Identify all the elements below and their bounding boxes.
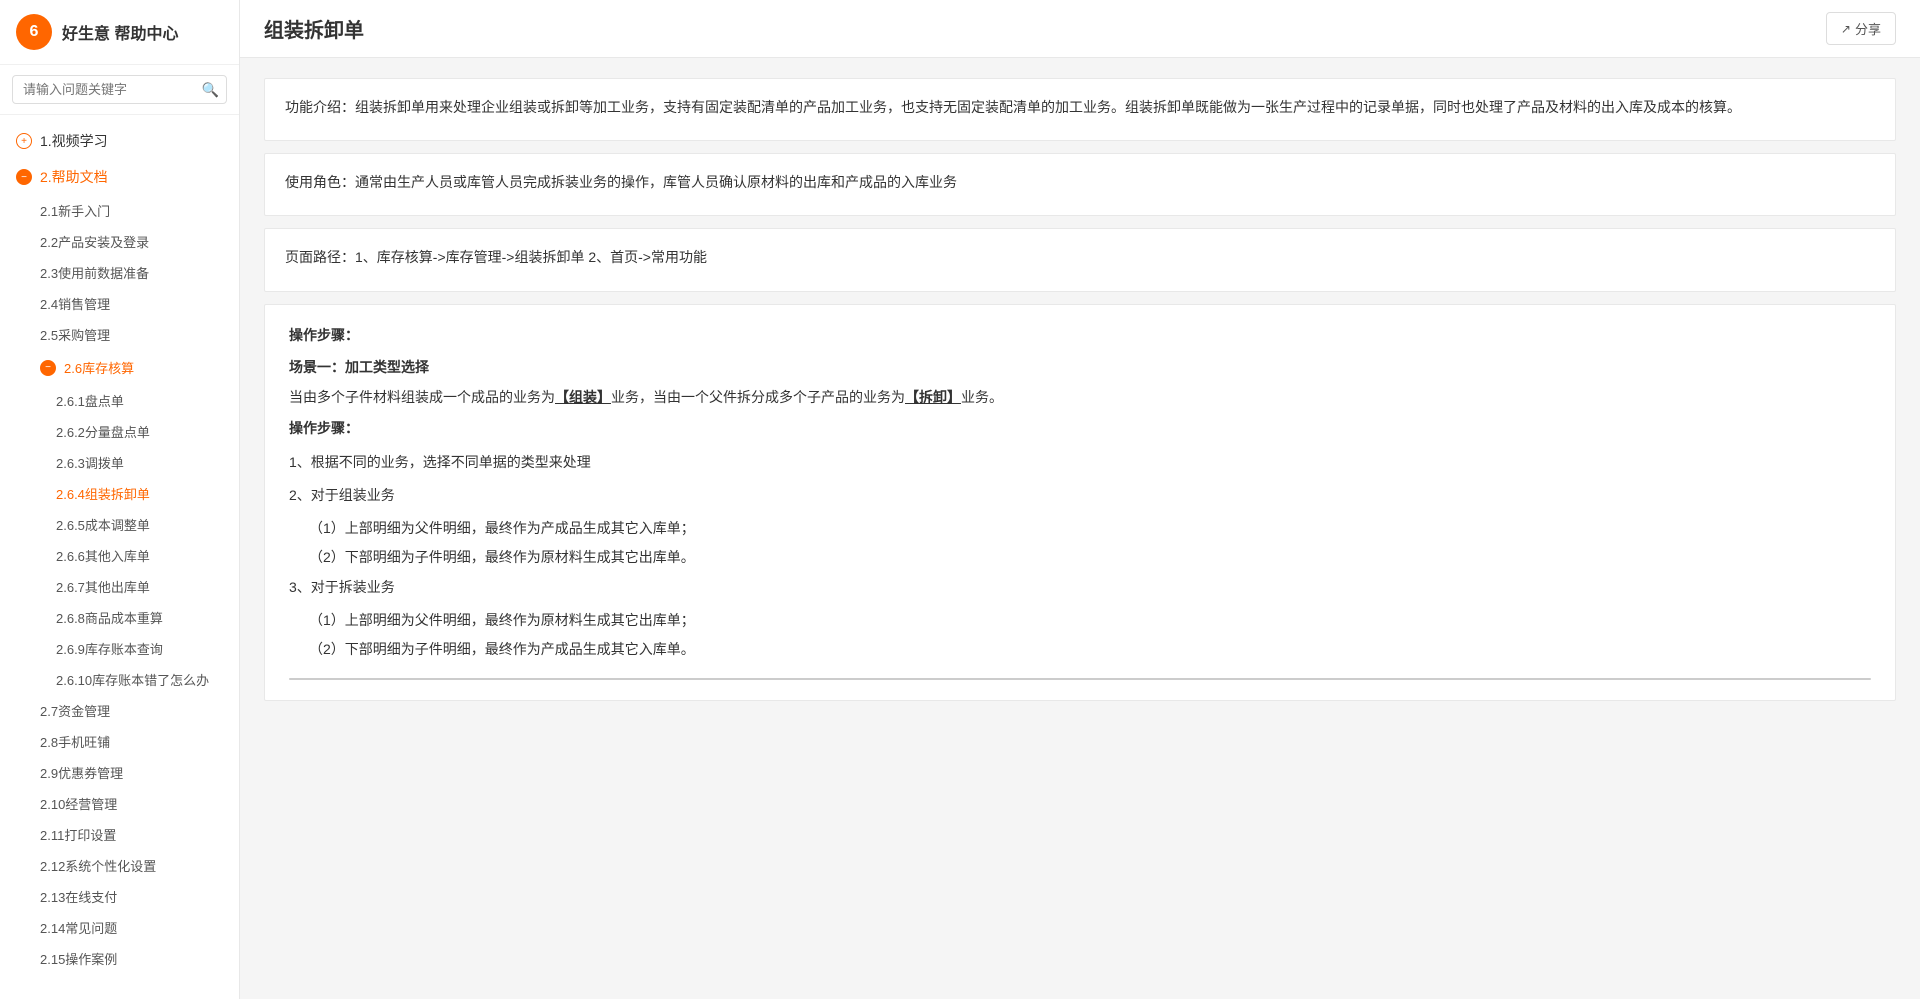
sidebar-item-sub-stocktake[interactable]: 2.6.2分量盘点单	[56, 416, 239, 447]
step3-2: （2）下部明细为子件明细，最终作为产成品生成其它入库单。	[309, 637, 1871, 662]
sidebar-item-transfer[interactable]: 2.6.3调拨单	[56, 447, 239, 478]
sidebar: 6 好生意 帮助中心 🔍 + 1.视频学习 − 2.帮助文档 2.1新手入门 2…	[0, 0, 240, 999]
nav-tree: + 1.视频学习 − 2.帮助文档 2.1新手入门 2.2产品安装及登录 2.3…	[0, 115, 239, 999]
logo-icon: 6	[16, 14, 52, 50]
sidebar-item-cost-recalc[interactable]: 2.6.8商品成本重算	[56, 602, 239, 633]
main-content: 功能介绍：组装拆卸单用来处理企业组装或拆卸等加工业务，支持有固定装配清单的产品加…	[240, 58, 1920, 999]
sidebar-item-data-prep[interactable]: 2.3使用前数据准备	[40, 257, 239, 288]
sidebar-item-docs[interactable]: − 2.帮助文档	[0, 159, 239, 195]
sidebar-item-ops[interactable]: 2.10经营管理	[40, 788, 239, 819]
path-section: 页面路径：1、库存核算->库存管理->组装拆卸单 2、首页->常用功能	[264, 228, 1896, 291]
sidebar-item-ledger-fix[interactable]: 2.6.10库存账本错了怎么办	[56, 664, 239, 695]
sidebar-item-label: 2.帮助文档	[40, 167, 108, 187]
sidebar-item-ledger[interactable]: 2.6.9库存账本查询	[56, 633, 239, 664]
sidebar-item-sales[interactable]: 2.4销售管理	[40, 288, 239, 319]
scenario1-desc: 当由多个子件材料组装成一个成品的业务为【组装】业务，当由一个父件拆分成多个子产品…	[289, 385, 1871, 410]
step3-1: （1）上部明细为父件明细，最终作为原材料生成其它出库单；	[309, 608, 1871, 633]
sidebar-item-print[interactable]: 2.11打印设置	[40, 819, 239, 850]
sidebar-item-install[interactable]: 2.2产品安装及登录	[40, 226, 239, 257]
collapse-icon: −	[16, 169, 32, 185]
mock-topbar: 6 TEST-H002 ▼ 新增单据 🔴 App下载 帮助中心 👤 CC	[290, 679, 1870, 680]
step3-list: （1）上部明细为父件明细，最终作为原材料生成其它出库单； （2）下部明细为子件明…	[309, 608, 1871, 662]
step2-title: 2、对于组装业务	[289, 483, 1871, 508]
ops-steps-subtitle: 操作步骤：	[289, 418, 1871, 438]
sidebar-item-customize[interactable]: 2.12系统个性化设置	[40, 850, 239, 881]
step1: 1、根据不同的业务，选择不同单据的类型来处理	[289, 450, 1871, 475]
content-body: 操作步骤： 场景一：加工类型选择 当由多个子件材料组装成一个成品的业务为【组装】…	[264, 304, 1896, 702]
sidebar-header: 6 好生意 帮助中心	[0, 0, 239, 65]
share-label: 分享	[1855, 19, 1881, 38]
intro-section: 功能介绍：组装拆卸单用来处理企业组装或拆卸等加工业务，支持有固定装配清单的产品加…	[264, 78, 1896, 141]
sidebar-item-newbie[interactable]: 2.1新手入门	[40, 195, 239, 226]
search-input[interactable]	[12, 75, 227, 104]
screenshot-container: 6 TEST-H002 ▼ 新增单据 🔴 App下载 帮助中心 👤 CC	[289, 678, 1871, 680]
step3-title: 3、对于拆装业务	[289, 575, 1871, 600]
search-button[interactable]: 🔍	[202, 81, 219, 98]
sidebar-item-purchase[interactable]: 2.5采购管理	[40, 319, 239, 350]
sidebar-item-coupon[interactable]: 2.9优惠券管理	[40, 757, 239, 788]
page-title: 组装拆卸单	[264, 14, 364, 43]
step2-1: （1）上部明细为父件明细，最终作为产成品生成其它入库单；	[309, 516, 1871, 541]
sidebar-item-faq[interactable]: 2.14常见问题	[40, 912, 239, 943]
ops-title: 操作步骤：	[289, 325, 1871, 345]
sidebar-item-inventory: − 2.6库存核算 2.6.1盘点单 2.6.2分量盘点单 2.6.3调拨单 2…	[40, 350, 239, 695]
sidebar-item-assembly[interactable]: 2.6.4组装拆卸单	[56, 478, 239, 509]
role-section: 使用角色：通常由生产人员或库管人员完成拆装业务的操作，库管人员确认原材料的出库和…	[264, 153, 1896, 216]
scenario1-title: 场景一：加工类型选择	[289, 357, 1871, 377]
sidebar-item-mobile[interactable]: 2.8手机旺铺	[40, 726, 239, 757]
sidebar-item-payment[interactable]: 2.13在线支付	[40, 881, 239, 912]
sidebar-item-cases[interactable]: 2.15操作案例	[40, 943, 239, 974]
main: 组装拆卸单 ↗ 分享 功能介绍：组装拆卸单用来处理企业组装或拆卸等加工业务，支持…	[240, 0, 1920, 999]
share-icon: ↗	[1841, 22, 1851, 36]
sidebar-sub-docs: 2.1新手入门 2.2产品安装及登录 2.3使用前数据准备 2.4销售管理 2.…	[0, 195, 239, 974]
sidebar-item-stocktake[interactable]: 2.6.1盘点单	[56, 385, 239, 416]
sidebar-item-finance[interactable]: 2.7资金管理	[40, 695, 239, 726]
path-text: 页面路径：1、库存核算->库存管理->组装拆卸单 2、首页->常用功能	[285, 245, 1875, 270]
sidebar-item-cost-adjust[interactable]: 2.6.5成本调整单	[56, 509, 239, 540]
expand-icon: +	[16, 133, 32, 149]
step2-2: （2）下部明细为子件明细，最终作为原材料生成其它出库单。	[309, 545, 1871, 570]
sidebar-item-other-out[interactable]: 2.6.7其他出库单	[56, 571, 239, 602]
role-text: 使用角色：通常由生产人员或库管人员完成拆装业务的操作，库管人员确认原材料的出库和…	[285, 170, 1875, 195]
search-box: 🔍	[0, 65, 239, 115]
inventory-collapse-icon: −	[40, 360, 56, 376]
sidebar-sub-inventory: 2.6.1盘点单 2.6.2分量盘点单 2.6.3调拨单 2.6.4组装拆卸单 …	[40, 385, 239, 695]
main-header: 组装拆卸单 ↗ 分享	[240, 0, 1920, 58]
sidebar-item-inventory-label: 2.6库存核算	[64, 358, 134, 377]
sidebar-item-label: 1.视频学习	[40, 131, 108, 151]
app-title: 好生意 帮助中心	[62, 20, 178, 44]
intro-text: 功能介绍：组装拆卸单用来处理企业组装或拆卸等加工业务，支持有固定装配清单的产品加…	[285, 95, 1875, 120]
sidebar-item-video[interactable]: + 1.视频学习	[0, 123, 239, 159]
step2-list: （1）上部明细为父件明细，最终作为产成品生成其它入库单； （2）下部明细为子件明…	[309, 516, 1871, 570]
sidebar-item-other-in[interactable]: 2.6.6其他入库单	[56, 540, 239, 571]
share-button[interactable]: ↗ 分享	[1826, 12, 1896, 45]
